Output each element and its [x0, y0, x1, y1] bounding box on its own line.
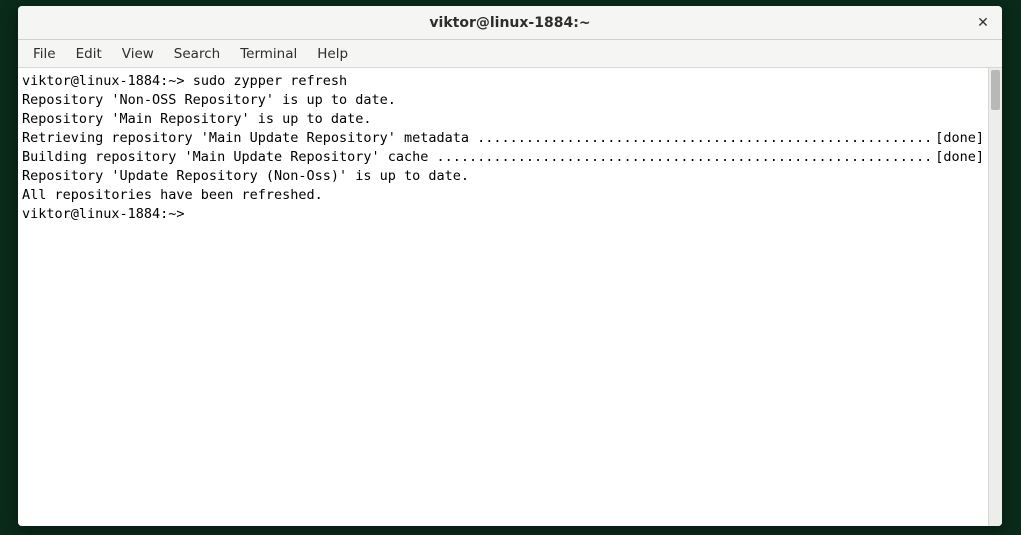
terminal-line: Repository 'Main Repository' is up to da…	[22, 110, 984, 129]
terminal-window: viktor@linux-1884:~ ✕ File Edit View Sea…	[18, 6, 1002, 526]
shell-prompt: viktor@linux-1884:~>	[22, 73, 193, 89]
terminal-line: All repositories have been refreshed.	[22, 186, 984, 205]
shell-prompt: viktor@linux-1884:~>	[22, 206, 193, 222]
title-host: viktor@linux-1884	[429, 15, 573, 31]
terminal-line: Retrieving repository 'Main Update Repos…	[22, 129, 984, 148]
menu-terminal[interactable]: Terminal	[231, 43, 306, 65]
menu-search[interactable]: Search	[165, 43, 229, 65]
terminal-line: Repository 'Non-OSS Repository' is up to…	[22, 91, 984, 110]
terminal-line: Repository 'Update Repository (Non-Oss)'…	[22, 167, 984, 186]
progress-dots: ........................................…	[477, 129, 935, 148]
menu-file[interactable]: File	[24, 43, 65, 65]
terminal-line: viktor@linux-1884:~> sudo zypper refresh	[22, 72, 984, 91]
menubar: File Edit View Search Terminal Help	[18, 40, 1002, 68]
close-button[interactable]: ✕	[972, 12, 994, 34]
terminal-line: viktor@linux-1884:~>	[22, 205, 984, 224]
terminal-line: Building repository 'Main Update Reposit…	[22, 148, 984, 167]
window-title: viktor@linux-1884:~	[429, 15, 590, 31]
close-icon: ✕	[977, 15, 989, 31]
command-text: sudo zypper refresh	[193, 73, 347, 89]
progress-head: Retrieving repository 'Main Update Repos…	[22, 129, 477, 148]
progress-done: [done]	[935, 148, 984, 167]
progress-dots: ........................................…	[437, 148, 936, 167]
scrollbar-thumb[interactable]	[991, 70, 1000, 110]
menu-edit[interactable]: Edit	[67, 43, 111, 65]
title-path: :~	[573, 15, 590, 31]
menu-help[interactable]: Help	[308, 43, 357, 65]
titlebar[interactable]: viktor@linux-1884:~ ✕	[18, 6, 1002, 40]
scrollbar[interactable]	[988, 68, 1002, 526]
progress-done: [done]	[935, 129, 984, 148]
terminal-content[interactable]: viktor@linux-1884:~> sudo zypper refresh…	[18, 68, 988, 526]
progress-head: Building repository 'Main Update Reposit…	[22, 148, 437, 167]
menu-view[interactable]: View	[113, 43, 163, 65]
terminal-area: viktor@linux-1884:~> sudo zypper refresh…	[18, 68, 1002, 526]
cursor-icon	[193, 206, 201, 222]
